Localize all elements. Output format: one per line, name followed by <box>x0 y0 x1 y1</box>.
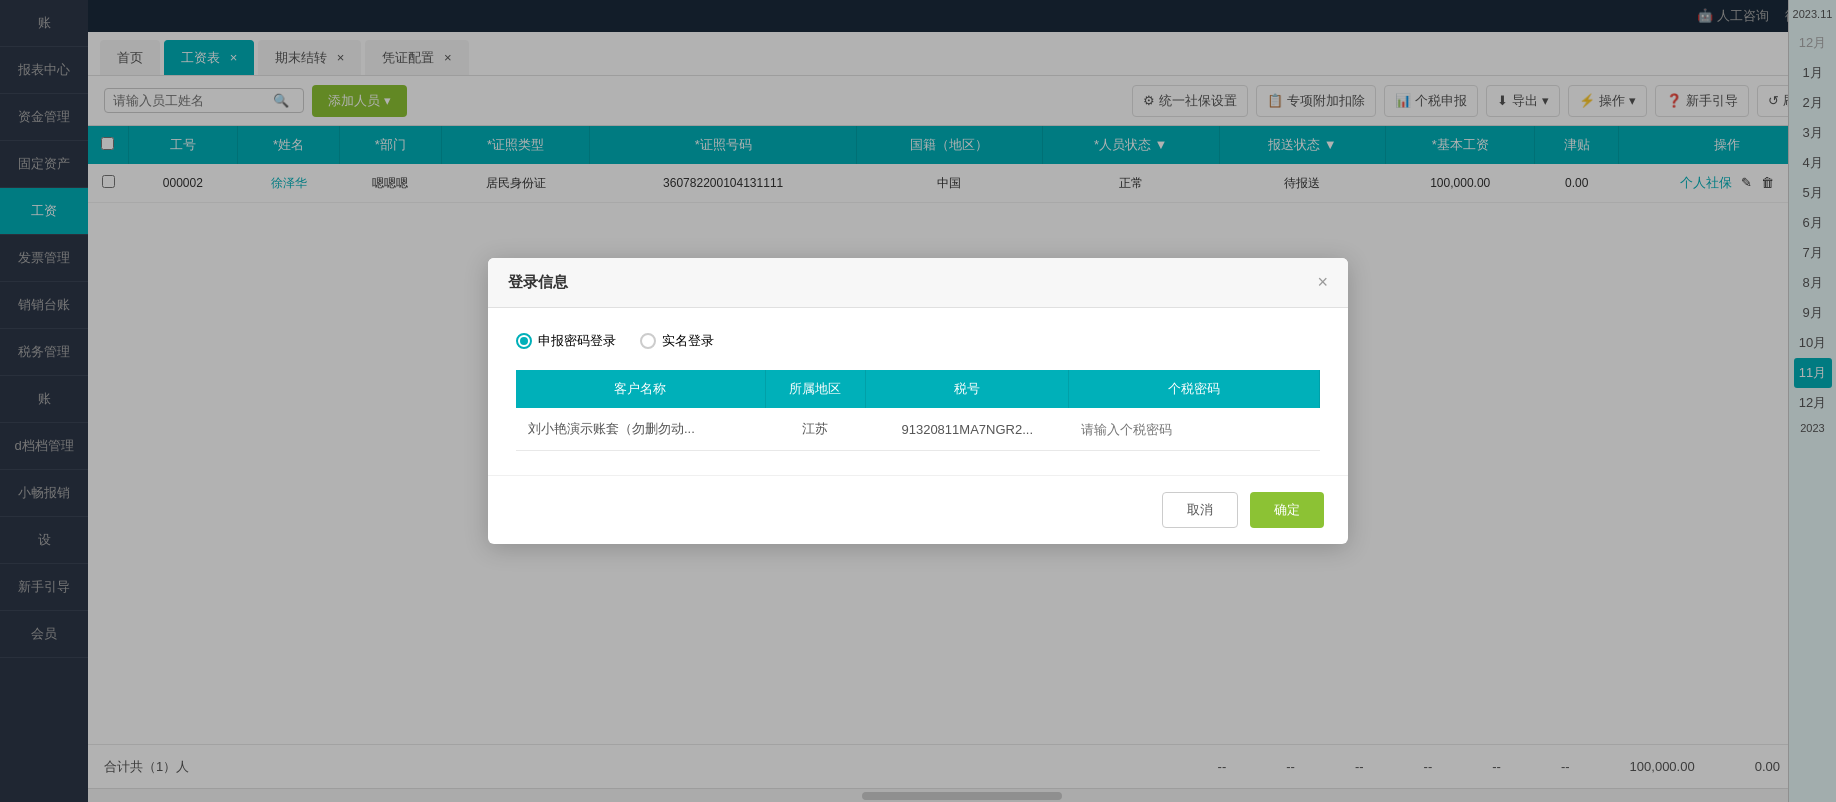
radio-password-circle <box>516 333 532 349</box>
modal-title: 登录信息 <box>508 273 568 292</box>
col-tax-password: 个税密码 <box>1069 370 1320 408</box>
customer-table: 客户名称 所属地区 税号 个税密码 刘小艳演示账套（勿删勿动... 江苏 913… <box>516 370 1320 451</box>
customer-name-cell: 刘小艳演示账套（勿删勿动... <box>516 408 765 451</box>
customer-table-header: 客户名称 所属地区 税号 个税密码 <box>516 370 1320 408</box>
radio-realname-circle <box>640 333 656 349</box>
col-tax-no: 税号 <box>866 370 1069 408</box>
modal-close-button[interactable]: × <box>1317 272 1328 293</box>
login-info-modal: 登录信息 × 申报密码登录 实名登录 客户名称 所属 <box>488 258 1348 544</box>
modal-body: 申报密码登录 实名登录 客户名称 所属地区 税号 个税密码 <box>488 308 1348 475</box>
radio-realname-login[interactable]: 实名登录 <box>640 332 714 350</box>
modal-overlay: 登录信息 × 申报密码登录 实名登录 客户名称 所属 <box>0 0 1836 802</box>
login-type-radio-group: 申报密码登录 实名登录 <box>516 332 1320 350</box>
col-region: 所属地区 <box>765 370 866 408</box>
radio-password-login[interactable]: 申报密码登录 <box>516 332 616 350</box>
customer-password-cell <box>1069 408 1320 451</box>
tax-password-input[interactable] <box>1081 422 1308 437</box>
cancel-button[interactable]: 取消 <box>1162 492 1238 528</box>
modal-footer: 取消 确定 <box>488 475 1348 544</box>
customer-row: 刘小艳演示账套（勿删勿动... 江苏 91320811MA7NGR2... <box>516 408 1320 451</box>
customer-region-cell: 江苏 <box>765 408 866 451</box>
customer-tax-no-cell: 91320811MA7NGR2... <box>866 408 1069 451</box>
modal-header: 登录信息 × <box>488 258 1348 308</box>
col-customer-name: 客户名称 <box>516 370 765 408</box>
confirm-button[interactable]: 确定 <box>1250 492 1324 528</box>
